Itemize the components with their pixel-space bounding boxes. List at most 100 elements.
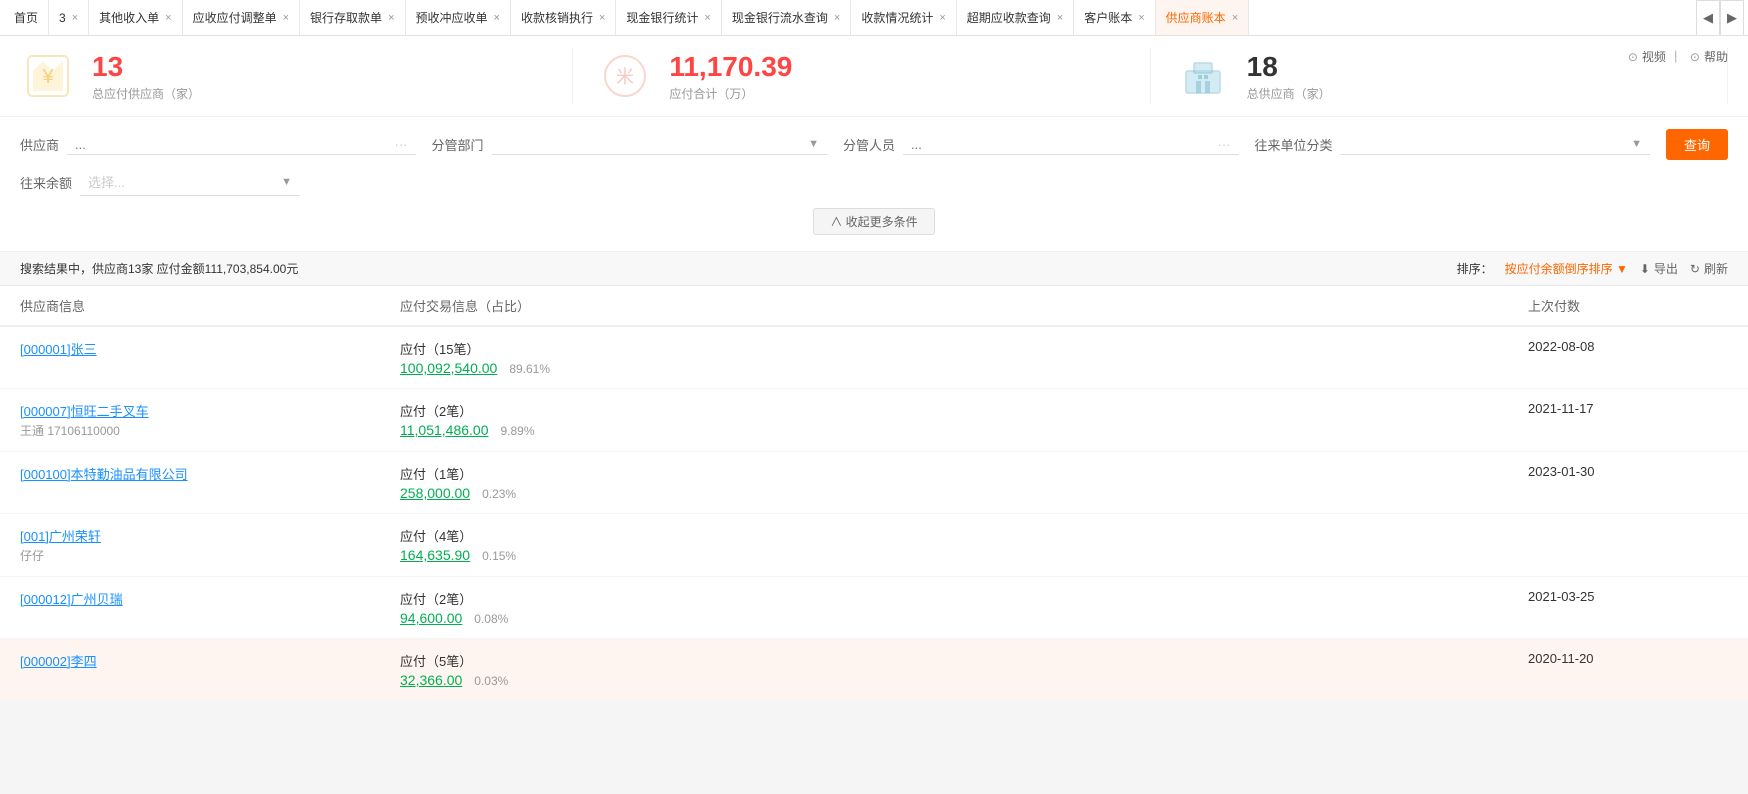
nav-tab-receipt-verify[interactable]: 收款核销执行 ×	[511, 0, 616, 36]
lastpay-cell-6: 2020-11-20	[1528, 651, 1728, 666]
search-button[interactable]: 查询	[1666, 129, 1728, 160]
stat-total-supplier-icon	[1175, 48, 1231, 104]
supplier-cell-4: [001]广州荣轩 仔仔	[20, 526, 400, 564]
table-row: [000002]李四 应付（5笔） 32,366.00 0.03% 2020-1…	[0, 639, 1748, 701]
close-tab-cash-bank-flow-icon[interactable]: ×	[834, 12, 840, 24]
stat-payable-total: 米 11,170.39 应付合计（万）	[573, 48, 1150, 104]
sort-label: 排序：	[1457, 260, 1493, 277]
filter-dept-label: 分管部门	[432, 135, 484, 154]
category-dropdown-arrow: ▼	[1631, 138, 1642, 150]
payable-amount-2[interactable]: 11,051,486.00	[400, 422, 489, 438]
close-tab-3-icon[interactable]: ×	[72, 12, 78, 24]
close-tab-receipt-stat-icon[interactable]: ×	[939, 12, 945, 24]
close-tab-bank-deposit-icon[interactable]: ×	[388, 12, 394, 24]
table-row: [000007]恒旺二手叉车 王通 17106110000 应付（2笔） 11,…	[0, 389, 1748, 452]
nav-tab-customer-account[interactable]: 客户账本 ×	[1074, 0, 1155, 36]
payable-cell-1: 应付（15笔） 100,092,540.00 89.61%	[400, 339, 1528, 376]
nav-tab-cash-bank-flow[interactable]: 现金银行流水查询 ×	[722, 0, 851, 36]
lastpay-cell-1: 2022-08-08	[1528, 339, 1728, 354]
dept-dropdown-arrow: ▼	[808, 138, 819, 150]
data-table: 供应商信息 应付交易信息（占比） 上次付数 [000001]张三 应付（15笔）…	[0, 286, 1748, 701]
nav-tab-other-income[interactable]: 其他收入单 ×	[89, 0, 182, 36]
payable-percent-6: 0.03%	[474, 674, 508, 688]
nav-left-arrow[interactable]: ◀	[1696, 0, 1720, 36]
filter-category: 往来单位分类 ▼	[1255, 134, 1651, 155]
nav-tab-cash-bank-stat[interactable]: 现金银行统计 ×	[616, 0, 721, 36]
close-tab-ar-ap-adjust-icon[interactable]: ×	[283, 12, 289, 24]
payable-amount-3[interactable]: 258,000.00	[400, 485, 470, 501]
person-input[interactable]	[911, 137, 1217, 152]
nav-tab-bank-deposit[interactable]: 银行存取款单 ×	[300, 0, 405, 36]
nav-right-arrow[interactable]: ▶	[1720, 0, 1744, 36]
supplier-input-dots: ···	[395, 137, 408, 152]
circle-icon: ⊙	[1628, 50, 1638, 64]
supplier-link-4[interactable]: [001]广州荣轩	[20, 529, 101, 544]
result-bar: 搜索结果中，供应商13家 应付金额111,703,854.00元 排序： 按应付…	[0, 252, 1748, 286]
close-tab-receipt-verify-icon[interactable]: ×	[599, 12, 605, 24]
supplier-link-6[interactable]: [000002]李四	[20, 654, 97, 669]
supplier-sub-2: 王通 17106110000	[20, 422, 400, 439]
nav-tab-supplier-account[interactable]: 供应商账本 ×	[1156, 0, 1249, 36]
top-navigation: 首页 3 × 其他收入单 × 应收应付调整单 × 银行存取款单 × 预收冲应收单…	[0, 0, 1748, 36]
close-tab-overdue-ar-icon[interactable]: ×	[1057, 12, 1063, 24]
supplier-sub-4: 仔仔	[20, 547, 400, 564]
lastpay-cell-2: 2021-11-17	[1528, 401, 1728, 416]
payable-percent-2: 9.89%	[501, 424, 535, 438]
collapse-button[interactable]: ∧ 收起更多条件	[813, 208, 934, 235]
supplier-input[interactable]	[75, 137, 394, 152]
payable-amount-4[interactable]: 164,635.90	[400, 547, 470, 563]
dept-dropdown[interactable]: ▼	[492, 134, 827, 155]
nav-tab-prepaid-ar[interactable]: 预收冲应收单 ×	[406, 0, 511, 36]
close-tab-prepaid-ar-icon[interactable]: ×	[494, 12, 500, 24]
sort-dropdown[interactable]: 按应付余额倒序排序 ▼	[1505, 260, 1628, 277]
nav-tab-overdue-ar[interactable]: 超期应收款查询 ×	[957, 0, 1074, 36]
close-tab-customer-account-icon[interactable]: ×	[1138, 12, 1144, 24]
supplier-link-2[interactable]: [000007]恒旺二手叉车	[20, 404, 149, 419]
col-header-lastpay: 上次付数	[1528, 296, 1728, 315]
supplier-cell-5: [000012]广州贝瑞	[20, 589, 400, 608]
filter-supplier: 供应商 ···	[20, 135, 416, 155]
supplier-link-5[interactable]: [000012]广州贝瑞	[20, 592, 123, 607]
nav-tab-ar-ap-adjust[interactable]: 应收应付调整单 ×	[183, 0, 300, 36]
payable-amount-6[interactable]: 32,366.00	[400, 672, 462, 688]
col-header-supplier: 供应商信息	[20, 296, 400, 315]
filter-row-1: 供应商 ··· 分管部门 ▼ 分管人员 ··· 往来单位分类 ▼	[20, 129, 1728, 160]
stat-total-supplier-number: 18	[1247, 50, 1331, 84]
export-button[interactable]: ⬇ 导出	[1640, 260, 1678, 277]
lastpay-cell-5: 2021-03-25	[1528, 589, 1728, 604]
refresh-button[interactable]: ↻ 刷新	[1690, 260, 1728, 277]
payable-percent-5: 0.08%	[474, 612, 508, 626]
stat-payable-total-number: 11,170.39	[669, 50, 792, 84]
nav-tab-home[interactable]: 首页	[4, 0, 49, 36]
stat-total-supplier-content: 18 总供应商（家）	[1247, 50, 1331, 103]
filter-dept: 分管部门 ▼	[432, 134, 828, 155]
table-row: [001]广州荣轩 仔仔 应付（4笔） 164,635.90 0.15%	[0, 514, 1748, 577]
stat-total-supplier-label: 总供应商（家）	[1247, 85, 1331, 102]
close-tab-cash-bank-stat-icon[interactable]: ×	[704, 12, 710, 24]
payable-percent-4: 0.15%	[482, 549, 516, 563]
payable-cell-5: 应付（2笔） 94,600.00 0.08%	[400, 589, 1528, 626]
payable-amount-5[interactable]: 94,600.00	[400, 610, 462, 626]
supplier-link-1[interactable]: [000001]张三	[20, 342, 97, 357]
stat-payable-total-content: 11,170.39 应付合计（万）	[669, 50, 792, 103]
stat-supplier-payable-number: 13	[92, 50, 200, 84]
filter-person: 分管人员 ···	[843, 135, 1239, 155]
payable-cell-4: 应付（4笔） 164,635.90 0.15%	[400, 526, 1528, 563]
supplier-cell-2: [000007]恒旺二手叉车 王通 17106110000	[20, 401, 400, 439]
video-link[interactable]: 视频	[1642, 48, 1666, 65]
close-tab-other-income-icon[interactable]: ×	[165, 12, 171, 24]
svg-text:米: 米	[616, 67, 634, 87]
supplier-link-3[interactable]: [000100]本特勤油品有限公司	[20, 467, 188, 482]
nav-tab-receipt-stat[interactable]: 收款情况统计 ×	[851, 0, 956, 36]
stat-supplier-payable: ¥ 13 总应付供应商（家）	[20, 48, 573, 104]
payable-amount-1[interactable]: 100,092,540.00	[400, 360, 497, 376]
category-dropdown[interactable]: ▼	[1341, 134, 1650, 155]
table-header: 供应商信息 应付交易信息（占比） 上次付数	[0, 286, 1748, 327]
help-link[interactable]: 帮助	[1704, 48, 1728, 65]
stat-supplier-payable-content: 13 总应付供应商（家）	[92, 50, 200, 103]
balance-dropdown[interactable]: 选择... ▼	[80, 168, 300, 196]
stat-payable-total-icon: 米	[597, 48, 653, 104]
nav-tab-3[interactable]: 3 ×	[49, 0, 89, 36]
close-tab-supplier-account-icon[interactable]: ×	[1232, 12, 1238, 24]
nav-arrows: ◀ ▶	[1696, 0, 1744, 36]
